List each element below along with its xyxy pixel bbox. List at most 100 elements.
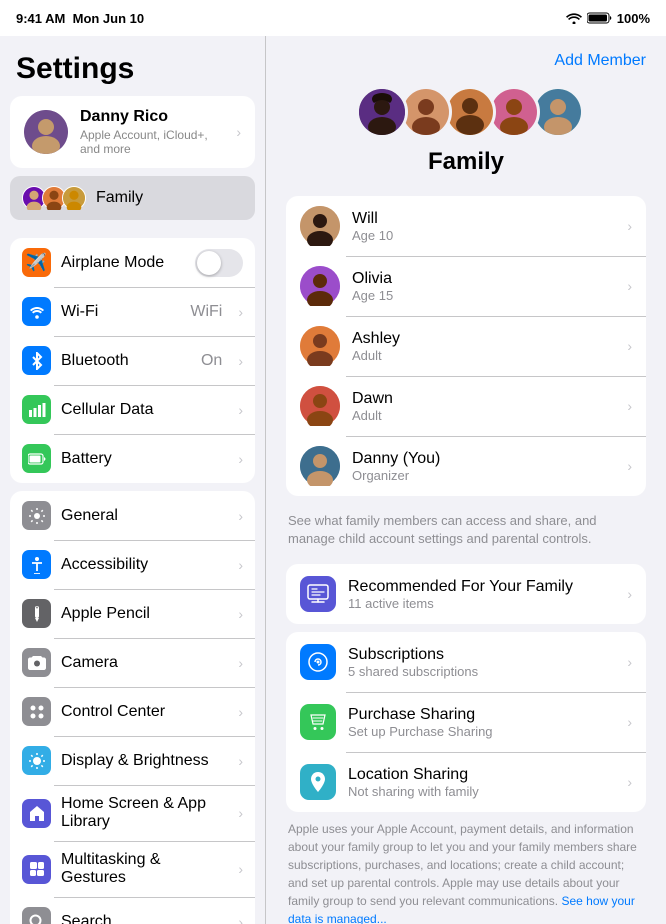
member-info-will: Will Age 10 [352,210,613,243]
member-item-danny[interactable]: Danny (You) Organizer › [286,436,646,496]
settings-item-homescreen[interactable]: Home Screen & App Library › [10,785,255,841]
settings-item-applepencil[interactable]: Apple Pencil › [10,589,255,638]
sidebar: Settings Danny Rico Apple Account, iClou… [0,36,265,924]
settings-item-multitasking[interactable]: Multitasking & Gestures › [10,841,255,897]
member-age-olivia: Age 15 [352,288,613,303]
purchase-name: Purchase Sharing [348,706,613,724]
member-avatar-danny [300,446,340,486]
member-avatar-will [300,206,340,246]
family-members-card: Will Age 10 › Olivia Age 15 [286,196,646,496]
main-layout: Settings Danny Rico Apple Account, iClou… [0,36,666,924]
settings-item-general[interactable]: General › [10,491,255,540]
homescreen-icon [22,799,51,828]
subscriptions-info: Subscriptions 5 shared subscriptions [348,646,613,679]
feature-item-purchase[interactable]: Purchase Sharing Set up Purchase Sharing… [286,692,646,752]
recommended-info: Recommended For Your Family 11 active it… [348,578,613,611]
purchase-icon [300,704,336,740]
member-item-ashley[interactable]: Ashley Adult › [286,316,646,376]
status-time: 9:41 AM Mon Jun 10 [16,11,144,26]
accessibility-icon [22,550,51,579]
settings-group-system: General › Accessibility › [10,491,255,924]
recommended-name: Recommended For Your Family [348,578,613,596]
general-label: General [61,507,226,525]
subscriptions-sub: 5 shared subscriptions [348,664,613,679]
chevron-icon: › [627,278,632,294]
chevron-icon: › [238,508,243,524]
chevron-icon: › [238,805,243,821]
purchase-sub: Set up Purchase Sharing [348,724,613,739]
settings-item-camera[interactable]: Camera › [10,638,255,687]
chevron-icon: › [627,218,632,234]
profile-subtitle: Apple Account, iCloud+, and more [80,128,222,156]
battery-percent: 100% [617,11,650,26]
recommended-icon [300,576,336,612]
airplane-toggle[interactable] [195,249,243,277]
chevron-icon: › [627,654,632,670]
chevron-icon: › [238,402,243,418]
chevron-icon: › [238,451,243,467]
search-label: Search [61,913,226,924]
right-panel: Add Member [266,36,666,924]
sidebar-item-family[interactable]: Family [10,176,255,220]
homescreen-label: Home Screen & App Library [61,795,226,831]
battery-label: Battery [61,450,226,468]
settings-item-controlcenter[interactable]: Control Center › [10,687,255,736]
settings-item-battery[interactable]: Battery › [10,434,255,483]
member-item-olivia[interactable]: Olivia Age 15 › [286,256,646,316]
sidebar-title: Settings [0,36,265,96]
subscriptions-name: Subscriptions [348,646,613,664]
general-icon [22,501,51,530]
chevron-icon: › [627,338,632,354]
member-name-danny: Danny (You) [352,450,613,468]
member-age-danny: Organizer [352,468,613,483]
member-name-will: Will [352,210,613,228]
accessibility-label: Accessibility [61,556,226,574]
chevron-icon: › [238,304,243,320]
member-info-olivia: Olivia Age 15 [352,270,613,303]
display-label: Display & Brightness [61,752,226,770]
family-avatars-large [356,86,576,138]
avatar [24,110,68,154]
settings-item-search[interactable]: Search › [10,897,255,924]
applepencil-label: Apple Pencil [61,605,226,623]
feature-item-subscriptions[interactable]: Subscriptions 5 shared subscriptions › [286,632,646,692]
family-header: Family [286,86,646,176]
feature-item-recommended[interactable]: Recommended For Your Family 11 active it… [286,564,646,624]
member-item-dawn[interactable]: Dawn Adult › [286,376,646,436]
location-info: Location Sharing Not sharing with family [348,766,613,799]
camera-label: Camera [61,654,226,672]
member-info-danny: Danny (You) Organizer [352,450,613,483]
settings-item-bluetooth[interactable]: Bluetooth On › [10,336,255,385]
bluetooth-label: Bluetooth [61,352,191,370]
wifi-settings-icon [22,297,51,326]
settings-item-accessibility[interactable]: Accessibility › [10,540,255,589]
footer-text: Apple uses your Apple Account, payment d… [286,820,646,924]
search-settings-icon [22,907,51,924]
settings-item-display[interactable]: Display & Brightness › [10,736,255,785]
profile-card[interactable]: Danny Rico Apple Account, iCloud+, and m… [10,96,255,168]
feature-item-location[interactable]: Location Sharing Not sharing with family… [286,752,646,812]
settings-item-cellular[interactable]: Cellular Data › [10,385,255,434]
member-item-will[interactable]: Will Age 10 › [286,196,646,256]
member-name-dawn: Dawn [352,390,613,408]
display-icon [22,746,51,775]
family-row-label: Family [96,189,143,207]
family-avatars-small [22,186,82,210]
settings-group-connectivity: ✈️ Airplane Mode Wi-Fi WiFi › [10,238,255,483]
settings-item-wifi[interactable]: Wi-Fi WiFi › [10,287,255,336]
airplane-icon: ✈️ [22,248,51,277]
wifi-value: WiFi [190,303,222,321]
controlcenter-icon [22,697,51,726]
profile-name: Danny Rico [80,108,222,126]
member-name-olivia: Olivia [352,270,613,288]
status-bar: 9:41 AM Mon Jun 10 100% [0,0,666,36]
chevron-icon: › [238,704,243,720]
add-member-button[interactable]: Add Member [554,52,646,70]
settings-item-airplane[interactable]: ✈️ Airplane Mode [10,238,255,287]
multitasking-icon [22,855,51,884]
chevron-icon: › [238,557,243,573]
member-age-will: Age 10 [352,228,613,243]
chevron-icon: › [627,714,632,730]
member-name-ashley: Ashley [352,330,613,348]
member-avatar-ashley [300,326,340,366]
